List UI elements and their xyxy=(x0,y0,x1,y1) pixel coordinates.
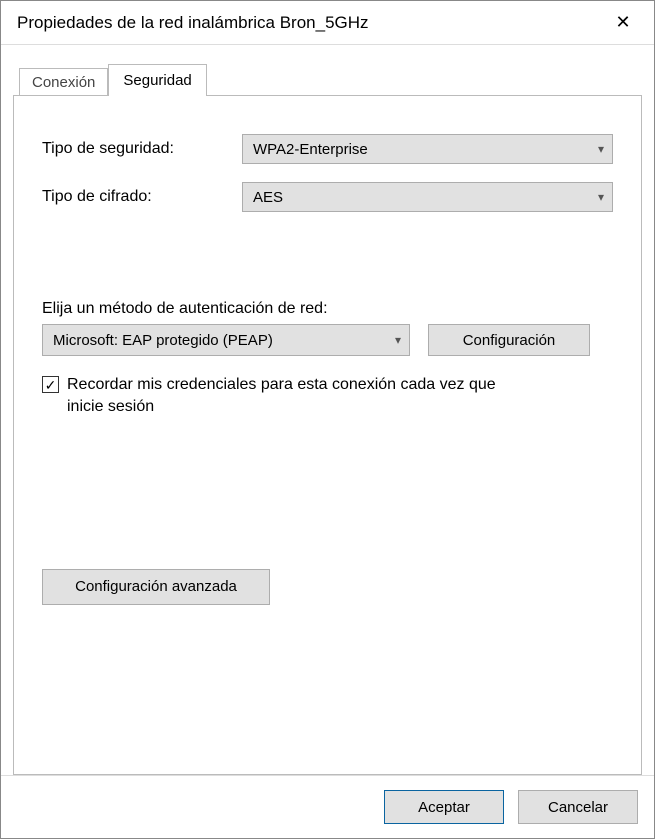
tab-panel-security: Tipo de seguridad: WPA2-Enterprise ▾ Tip… xyxy=(13,95,642,775)
row-encryption: Tipo de cifrado: AES ▾ xyxy=(42,182,613,212)
encryption-select[interactable]: AES ▾ xyxy=(242,182,613,212)
dialog-footer: Aceptar Cancelar xyxy=(1,775,654,838)
row-advanced: Configuración avanzada xyxy=(42,569,613,605)
encryption-label: Tipo de cifrado: xyxy=(42,188,242,206)
checkmark-icon: ✓ xyxy=(45,378,57,392)
security-type-select[interactable]: WPA2-Enterprise ▾ xyxy=(242,134,613,164)
row-auth-method: Microsoft: EAP protegido (PEAP) ▾ Config… xyxy=(42,324,613,356)
content-area: Conexión Seguridad Tipo de seguridad: WP… xyxy=(1,45,654,775)
security-type-value: WPA2-Enterprise xyxy=(253,141,368,158)
security-type-label: Tipo de seguridad: xyxy=(42,140,242,158)
window-title: Propiedades de la red inalámbrica Bron_5… xyxy=(17,13,369,33)
chevron-down-icon: ▾ xyxy=(598,142,604,156)
chevron-down-icon: ▾ xyxy=(395,333,401,347)
tab-strip: Conexión Seguridad xyxy=(19,63,642,95)
auth-method-select[interactable]: Microsoft: EAP protegido (PEAP) ▾ xyxy=(42,324,410,356)
titlebar: Propiedades de la red inalámbrica Bron_5… xyxy=(1,1,654,45)
auth-method-value: Microsoft: EAP protegido (PEAP) xyxy=(53,332,273,349)
cancel-button[interactable]: Cancelar xyxy=(518,790,638,824)
remember-credentials-label: Recordar mis credenciales para esta cone… xyxy=(67,374,497,419)
configure-button[interactable]: Configuración xyxy=(428,324,590,356)
chevron-down-icon: ▾ xyxy=(598,190,604,204)
row-security-type: Tipo de seguridad: WPA2-Enterprise ▾ xyxy=(42,134,613,164)
ok-button[interactable]: Aceptar xyxy=(384,790,504,824)
tab-security[interactable]: Seguridad xyxy=(108,64,206,96)
tab-connection[interactable]: Conexión xyxy=(19,68,108,96)
remember-credentials-checkbox[interactable]: ✓ xyxy=(42,376,59,393)
auth-method-label: Elija un método de autenticación de red: xyxy=(42,300,613,318)
encryption-value: AES xyxy=(253,189,283,206)
close-icon[interactable]: ✕ xyxy=(608,12,638,33)
advanced-settings-button[interactable]: Configuración avanzada xyxy=(42,569,270,605)
dialog-window: Propiedades de la red inalámbrica Bron_5… xyxy=(0,0,655,839)
row-remember-credentials: ✓ Recordar mis credenciales para esta co… xyxy=(42,374,613,419)
